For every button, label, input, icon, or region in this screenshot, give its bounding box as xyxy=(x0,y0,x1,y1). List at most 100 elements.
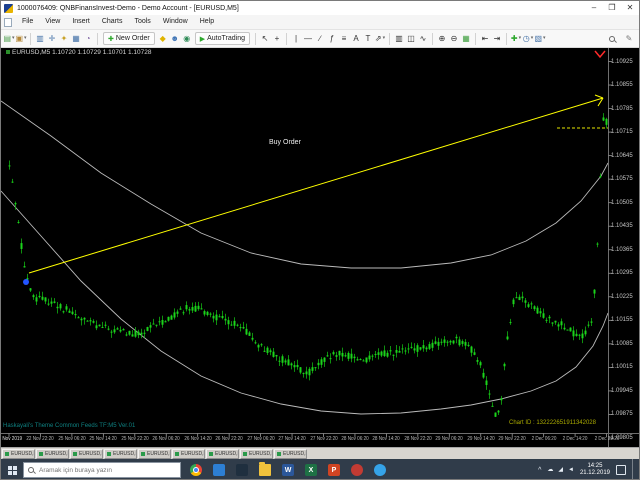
profiles-icon[interactable]: ▣ ▾ xyxy=(15,32,27,46)
crosshair-icon[interactable]: + xyxy=(271,32,283,46)
chart-tab-label: EURUSD,M5 xyxy=(147,450,170,457)
price-axis-label: 1.10225 xyxy=(611,293,633,300)
close-button[interactable]: ✕ xyxy=(621,1,639,15)
search-input[interactable] xyxy=(37,465,176,475)
menu-window[interactable]: Window xyxy=(157,15,194,29)
new-order-button[interactable]: ✚ New Order xyxy=(103,32,155,45)
taskbar-red-app-icon[interactable] xyxy=(351,464,363,476)
menu-tools[interactable]: Tools xyxy=(128,15,156,29)
price-axis-label: 1.10155 xyxy=(611,317,633,324)
label-icon[interactable]: T xyxy=(362,32,374,46)
search-icon[interactable] xyxy=(606,32,618,46)
taskbar-excel-icon[interactable]: X xyxy=(305,464,317,476)
lower-band-line[interactable] xyxy=(1,190,609,415)
text-icon[interactable]: A xyxy=(350,32,362,46)
toolbar-separator xyxy=(254,32,256,45)
menu-charts[interactable]: Charts xyxy=(96,15,129,29)
chart-tab-label: EURUSD,M5 xyxy=(181,450,204,457)
taskbar-word-icon[interactable]: W xyxy=(282,464,294,476)
chart-tab-icon xyxy=(243,451,247,456)
menu-view[interactable]: View xyxy=(39,15,66,29)
arrows-icon[interactable]: ⇗ ▾ xyxy=(374,32,386,46)
cursor-icon[interactable]: ↖ xyxy=(259,32,271,46)
strategy-tester-icon[interactable]: ◔ xyxy=(82,32,94,46)
trendline-icon[interactable]: ∕ xyxy=(314,32,326,46)
taskbar-clock[interactable]: 14:25 21.12.2019 xyxy=(580,463,610,477)
chart-id-label: Chart ID : 132222651911342028 xyxy=(509,420,596,426)
data-window-icon[interactable]: ✛ xyxy=(46,32,58,46)
line-chart-icon[interactable]: ∿ xyxy=(417,32,429,46)
taskbar-powerpoint-icon[interactable]: P xyxy=(328,464,340,476)
market-icon[interactable]: ◉ xyxy=(181,32,193,46)
metaeditor-icon[interactable]: ◆ xyxy=(157,32,169,46)
time-axis-label: 25 Nov 14:20 xyxy=(89,436,118,442)
buy-entry-dot[interactable] xyxy=(23,279,29,285)
indicators-icon[interactable]: ✚ ▾ xyxy=(510,32,522,46)
templates-icon[interactable]: ▧ ▾ xyxy=(534,32,546,46)
time-axis-label: 27 Nov 14:20 xyxy=(278,436,306,442)
taskbar-vscode-icon[interactable] xyxy=(213,464,225,476)
action-center-icon[interactable] xyxy=(616,465,626,475)
chart-tab[interactable]: EURUSD,M5 xyxy=(206,448,239,459)
clock-time: 14:25 xyxy=(587,462,603,469)
chart-tab[interactable]: EURUSD,M5 xyxy=(2,448,35,459)
candlestick-chart-icon[interactable]: ◫ xyxy=(405,32,417,46)
chart-tab[interactable]: EURUSD,M5 xyxy=(240,448,273,459)
menu-help[interactable]: Help xyxy=(194,15,220,29)
menu-insert[interactable]: Insert xyxy=(66,15,96,29)
chart-tab-icon xyxy=(39,451,43,456)
time-axis-label: 25 Nov 06:20 xyxy=(58,436,86,442)
zoom-in-icon[interactable]: ⊕ xyxy=(436,32,448,46)
sell-arrow-marker[interactable] xyxy=(594,50,606,59)
start-button[interactable] xyxy=(1,459,23,479)
taskbar-dark-app-icon[interactable] xyxy=(236,464,248,476)
chart-area[interactable]: EURUSD,M5 1.10720 1.10729 1.10701 1.1072… xyxy=(1,48,639,447)
show-desktop-button[interactable] xyxy=(632,459,636,479)
tile-windows-icon[interactable]: ▦ xyxy=(460,32,472,46)
chart-tab[interactable]: EURUSD,M5 xyxy=(70,448,103,459)
minimize-button[interactable]: – xyxy=(585,1,603,15)
chart-tab[interactable]: EURUSD,M5 xyxy=(274,448,307,459)
chart-svg xyxy=(1,48,639,447)
autotrading-button[interactable]: ▶ AutoTrading xyxy=(194,32,250,45)
toolbar-separator xyxy=(388,32,390,45)
maximize-button[interactable]: ❐ xyxy=(603,1,621,15)
channel-icon[interactable]: ≡ xyxy=(338,32,350,46)
menu-file[interactable]: File xyxy=(16,15,39,29)
chart-tab[interactable]: EURUSD,M5 xyxy=(138,448,171,459)
navigator-icon[interactable]: ✦ xyxy=(58,32,70,46)
edit-icon[interactable]: ✎ xyxy=(623,32,635,46)
market-watch-icon[interactable]: ▥ xyxy=(34,32,46,46)
upper-band-line[interactable] xyxy=(1,100,609,269)
theme-watermark: Haskayali's Theme Common Feeds TF:M5 Ver… xyxy=(3,423,136,429)
buy-order-label: Buy Order xyxy=(269,139,301,146)
dropdown-caret-icon: ▾ xyxy=(24,35,27,41)
buy-trendline[interactable] xyxy=(28,97,604,274)
chart-tab-icon xyxy=(107,451,111,456)
algo-trading-icon[interactable]: ☻ xyxy=(169,32,181,46)
tray-icon-3[interactable]: ◄ xyxy=(568,467,574,473)
taskbar-chrome-icon[interactable] xyxy=(190,464,202,476)
horizontal-line-icon[interactable]: — xyxy=(302,32,314,46)
toolbox-icon[interactable]: ▦ xyxy=(70,32,82,46)
menu-bar: File View Insert Charts Tools Window Help xyxy=(1,15,639,30)
auto-scroll-icon[interactable]: ⇥ xyxy=(491,32,503,46)
chart-tab[interactable]: EURUSD,M5 xyxy=(104,448,137,459)
taskbar-search[interactable] xyxy=(23,462,181,478)
tray-chevron-icon[interactable]: ^ xyxy=(538,467,541,474)
taskbar-blue-app-icon[interactable] xyxy=(374,464,386,476)
chart-shift-icon[interactable]: ⇤ xyxy=(479,32,491,46)
time-axis-label: 26 Nov 14:20 xyxy=(184,436,212,442)
periods-icon[interactable]: ◷ ▾ xyxy=(522,32,534,46)
zoom-out-icon[interactable]: ⊖ xyxy=(448,32,460,46)
toolbar-separator xyxy=(505,32,507,45)
tray-icon-1[interactable]: ☁ xyxy=(547,467,553,473)
chart-tab[interactable]: EURUSD,M5 xyxy=(36,448,69,459)
fibonacci-icon[interactable]: ƒ xyxy=(326,32,338,46)
tray-icon-2[interactable]: ◢ xyxy=(558,467,563,473)
chart-tab[interactable]: EURUSD,M5 xyxy=(172,448,205,459)
new-chart-icon[interactable]: ▤ ▾ xyxy=(3,32,15,46)
vertical-line-icon[interactable]: | xyxy=(290,32,302,46)
taskbar-explorer-icon[interactable] xyxy=(259,462,271,476)
bar-chart-icon[interactable]: ▥ xyxy=(393,32,405,46)
